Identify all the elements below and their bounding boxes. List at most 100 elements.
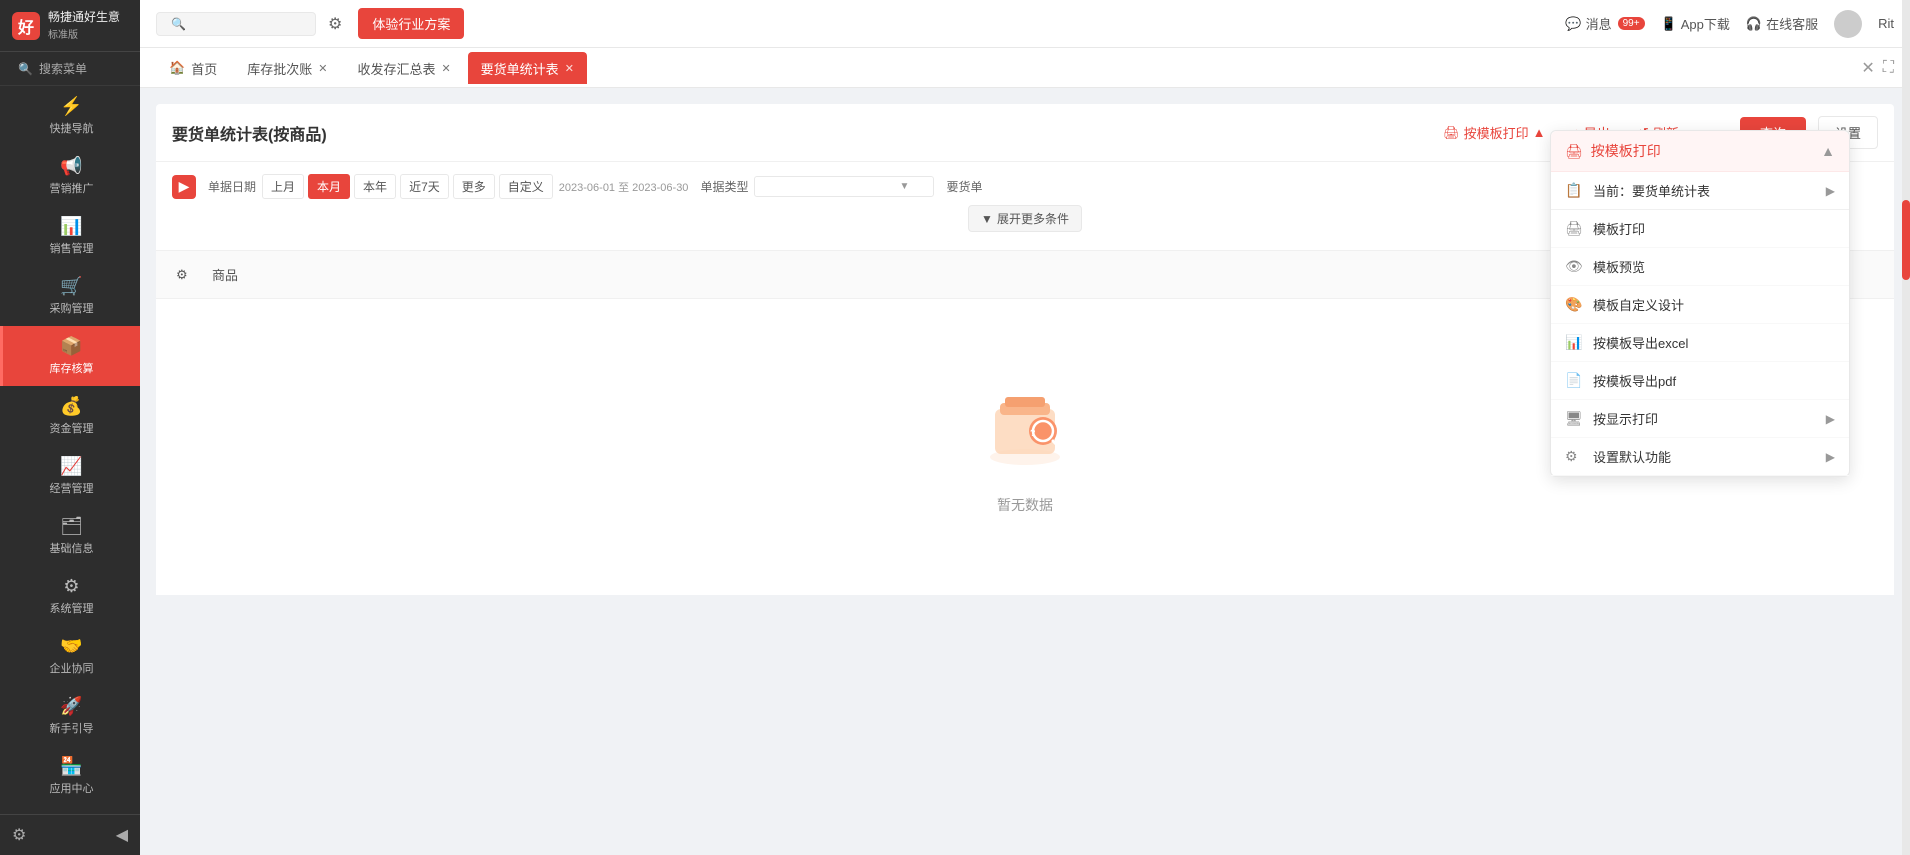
printer-icon: 🖨 (1565, 143, 1583, 160)
tab-batch-account-label: 库存批次账 (247, 59, 312, 78)
tab-batch-account[interactable]: 库存批次账 ✕ (234, 52, 340, 84)
inventory-icon: 📦 (60, 336, 82, 357)
current-year-btn[interactable]: 本年 (354, 174, 396, 199)
settings-bottom-icon[interactable]: ⚙ (12, 825, 26, 845)
sidebar-item-cooperation[interactable]: 🤝 企业协同 (0, 626, 140, 686)
date-filter-group: 单据日期 上月 本月 本年 近7天 更多 自定义 2023-06-01 至 20… (208, 174, 688, 199)
dropdown-title: 🖨 按模板打印 (1565, 141, 1661, 161)
prev-month-btn[interactable]: 上月 (262, 174, 304, 199)
template-design-label: 模板自定义设计 (1593, 295, 1684, 314)
right-scrollbar[interactable] (1902, 0, 1910, 855)
date-filter-label: 单据日期 (208, 178, 256, 195)
sidebar-item-label: 基础信息 (50, 540, 94, 556)
display-print-section[interactable]: 🖥 按显示打印 ▶ (1551, 400, 1849, 438)
sidebar-item-sales[interactable]: 📊 销售管理 (0, 206, 140, 266)
sidebar-item-label: 销售管理 (50, 240, 94, 256)
sidebar-item-label: 经营管理 (50, 480, 94, 496)
sidebar-item-operations[interactable]: 📈 经营管理 (0, 446, 140, 506)
empty-text: 暂无数据 (997, 495, 1053, 515)
sidebar-item-basic[interactable]: 🗂 基础信息 (0, 506, 140, 566)
doc-type-select[interactable]: ▼ (754, 176, 934, 197)
trial-button[interactable]: 体验行业方案 (358, 8, 464, 39)
sidebar-item-inventory[interactable]: 📦 库存核算 (0, 326, 140, 386)
tab-expand-icon[interactable]: ⛶ (1883, 59, 1894, 77)
topbar-search-box[interactable]: 🔍 (156, 12, 316, 36)
dropdown-header: 🖨 按模板打印 ▲ (1551, 131, 1849, 172)
recent7-btn[interactable]: 近7天 (400, 174, 449, 199)
tab-batch-account-close[interactable]: ✕ (318, 62, 327, 75)
print-template-button[interactable]: 🖨 按模板打印 ▲ (1435, 119, 1553, 146)
template-design-icon: 🎨 (1565, 296, 1583, 313)
export-pdf-item[interactable]: 📄 按模板导出pdf (1551, 362, 1849, 400)
template-preview-label: 模板预览 (1593, 257, 1645, 276)
collapse-icon[interactable]: ◀ (116, 825, 128, 845)
current-template-item[interactable]: 📋 当前：要货单统计表 ▶ (1551, 172, 1849, 210)
display-print-label: 按显示打印 (1593, 409, 1658, 428)
search-menu[interactable]: 🔍 搜索菜单 (0, 52, 140, 86)
topbar-left: 🔍 ⚙ 体验行业方案 (156, 8, 1565, 39)
sidebar-item-label: 应用中心 (50, 780, 94, 796)
tab-home[interactable]: 🏠 首页 (156, 52, 230, 84)
user-avatar[interactable] (1834, 10, 1862, 38)
expand-down-icon: ▼ (981, 212, 993, 226)
more-date-btn[interactable]: 更多 (453, 174, 495, 199)
message-badge: 99+ (1618, 17, 1645, 30)
template-print-icon: 🖨 (1565, 220, 1583, 237)
sidebar-item-quick-nav[interactable]: ⚡ 快捷导航 (0, 86, 140, 146)
sidebar-item-appstore[interactable]: 🏪 应用中心 (0, 746, 140, 806)
print-dropdown-menu: 🖨 按模板打印 ▲ 📋 当前：要货单统计表 ▶ 🖨 模板打印 👁 模板预览 🎨 … (1550, 130, 1850, 477)
topbar-right: 💬 消息 99+ 📱 App下载 🎧 在线客服 Rit (1565, 10, 1894, 38)
home-icon: 🏠 (169, 60, 185, 76)
tab-revenue-summary[interactable]: 收发存汇总表 ✕ (344, 52, 463, 84)
tab-close-window-icon[interactable]: ✕ (1861, 58, 1874, 78)
message-button[interactable]: 💬 消息 99+ (1565, 14, 1644, 33)
sidebar-item-label: 营销推广 (50, 180, 94, 196)
template-preview-icon: 👁 (1565, 258, 1583, 275)
export-excel-item[interactable]: 📊 按模板导出excel (1551, 324, 1849, 362)
default-function-section[interactable]: ⚙ 设置默认功能 ▶ (1551, 438, 1849, 476)
doc-type-filter-group: 单据类型 ▼ (700, 176, 934, 197)
export-pdf-icon: 📄 (1565, 372, 1583, 389)
current-month-btn[interactable]: 本月 (308, 174, 350, 199)
th-settings[interactable]: ⚙ (168, 261, 204, 289)
sidebar-item-wechat[interactable]: 💬 企业微信 (0, 806, 140, 814)
sidebar-item-marketing[interactable]: 📢 营销推广 (0, 146, 140, 206)
appstore-icon: 🏪 (60, 756, 82, 777)
sidebar-item-label: 库存核算 (50, 360, 94, 376)
custom-date-btn[interactable]: 自定义 (499, 174, 553, 199)
date-buttons: 上月 本月 本年 近7天 更多 自定义 (262, 174, 553, 199)
current-item-icon: 📋 (1565, 182, 1583, 199)
username-label: Rit (1878, 16, 1894, 31)
online-service-button[interactable]: 🎧 在线客服 (1746, 14, 1818, 33)
expand-more-label: 展开更多条件 (997, 210, 1069, 227)
topbar-settings-icon[interactable]: ⚙ (328, 14, 342, 34)
svg-text:?: ? (1030, 428, 1036, 438)
online-service-label: 在线客服 (1766, 14, 1818, 33)
template-print-item[interactable]: 🖨 模板打印 (1551, 210, 1849, 248)
sidebar-item-label: 资金管理 (50, 420, 94, 436)
default-function-label: 设置默认功能 (1593, 447, 1671, 466)
app-name: 畅捷通好生意 (48, 10, 120, 26)
sidebar-item-label: 新手引导 (50, 720, 94, 736)
print-dropdown-arrow: ▲ (1533, 125, 1546, 140)
sidebar-item-system[interactable]: ⚙ 系统管理 (0, 566, 140, 626)
expand-filters-button[interactable]: ▶ (172, 175, 196, 199)
sidebar-item-guide[interactable]: 🚀 新手引导 (0, 686, 140, 746)
select-arrow-icon: ▼ (900, 181, 910, 192)
print-template-label: 按模板打印 (1464, 123, 1529, 142)
sidebar-item-finance[interactable]: 💰 资金管理 (0, 386, 140, 446)
template-preview-item[interactable]: 👁 模板预览 (1551, 248, 1849, 286)
sidebar-item-purchase[interactable]: 🛒 采购管理 (0, 266, 140, 326)
tab-order-stats-close[interactable]: ✕ (565, 62, 574, 75)
app-download-button[interactable]: 📱 App下载 (1661, 14, 1730, 33)
tab-order-stats[interactable]: 要货单统计表 ✕ (468, 52, 587, 84)
search-icon: 🔍 (18, 62, 33, 76)
export-excel-label: 按模板导出excel (1593, 333, 1688, 352)
tab-revenue-summary-close[interactable]: ✕ (441, 62, 450, 75)
dropdown-close-button[interactable]: ▲ (1821, 143, 1835, 159)
th-product: 商品 (204, 259, 1562, 290)
expand-more-button[interactable]: ▼ 展开更多条件 (968, 205, 1082, 232)
purchase-icon: 🛒 (60, 276, 82, 297)
scroll-thumb (1902, 200, 1910, 280)
template-design-item[interactable]: 🎨 模板自定义设计 (1551, 286, 1849, 324)
